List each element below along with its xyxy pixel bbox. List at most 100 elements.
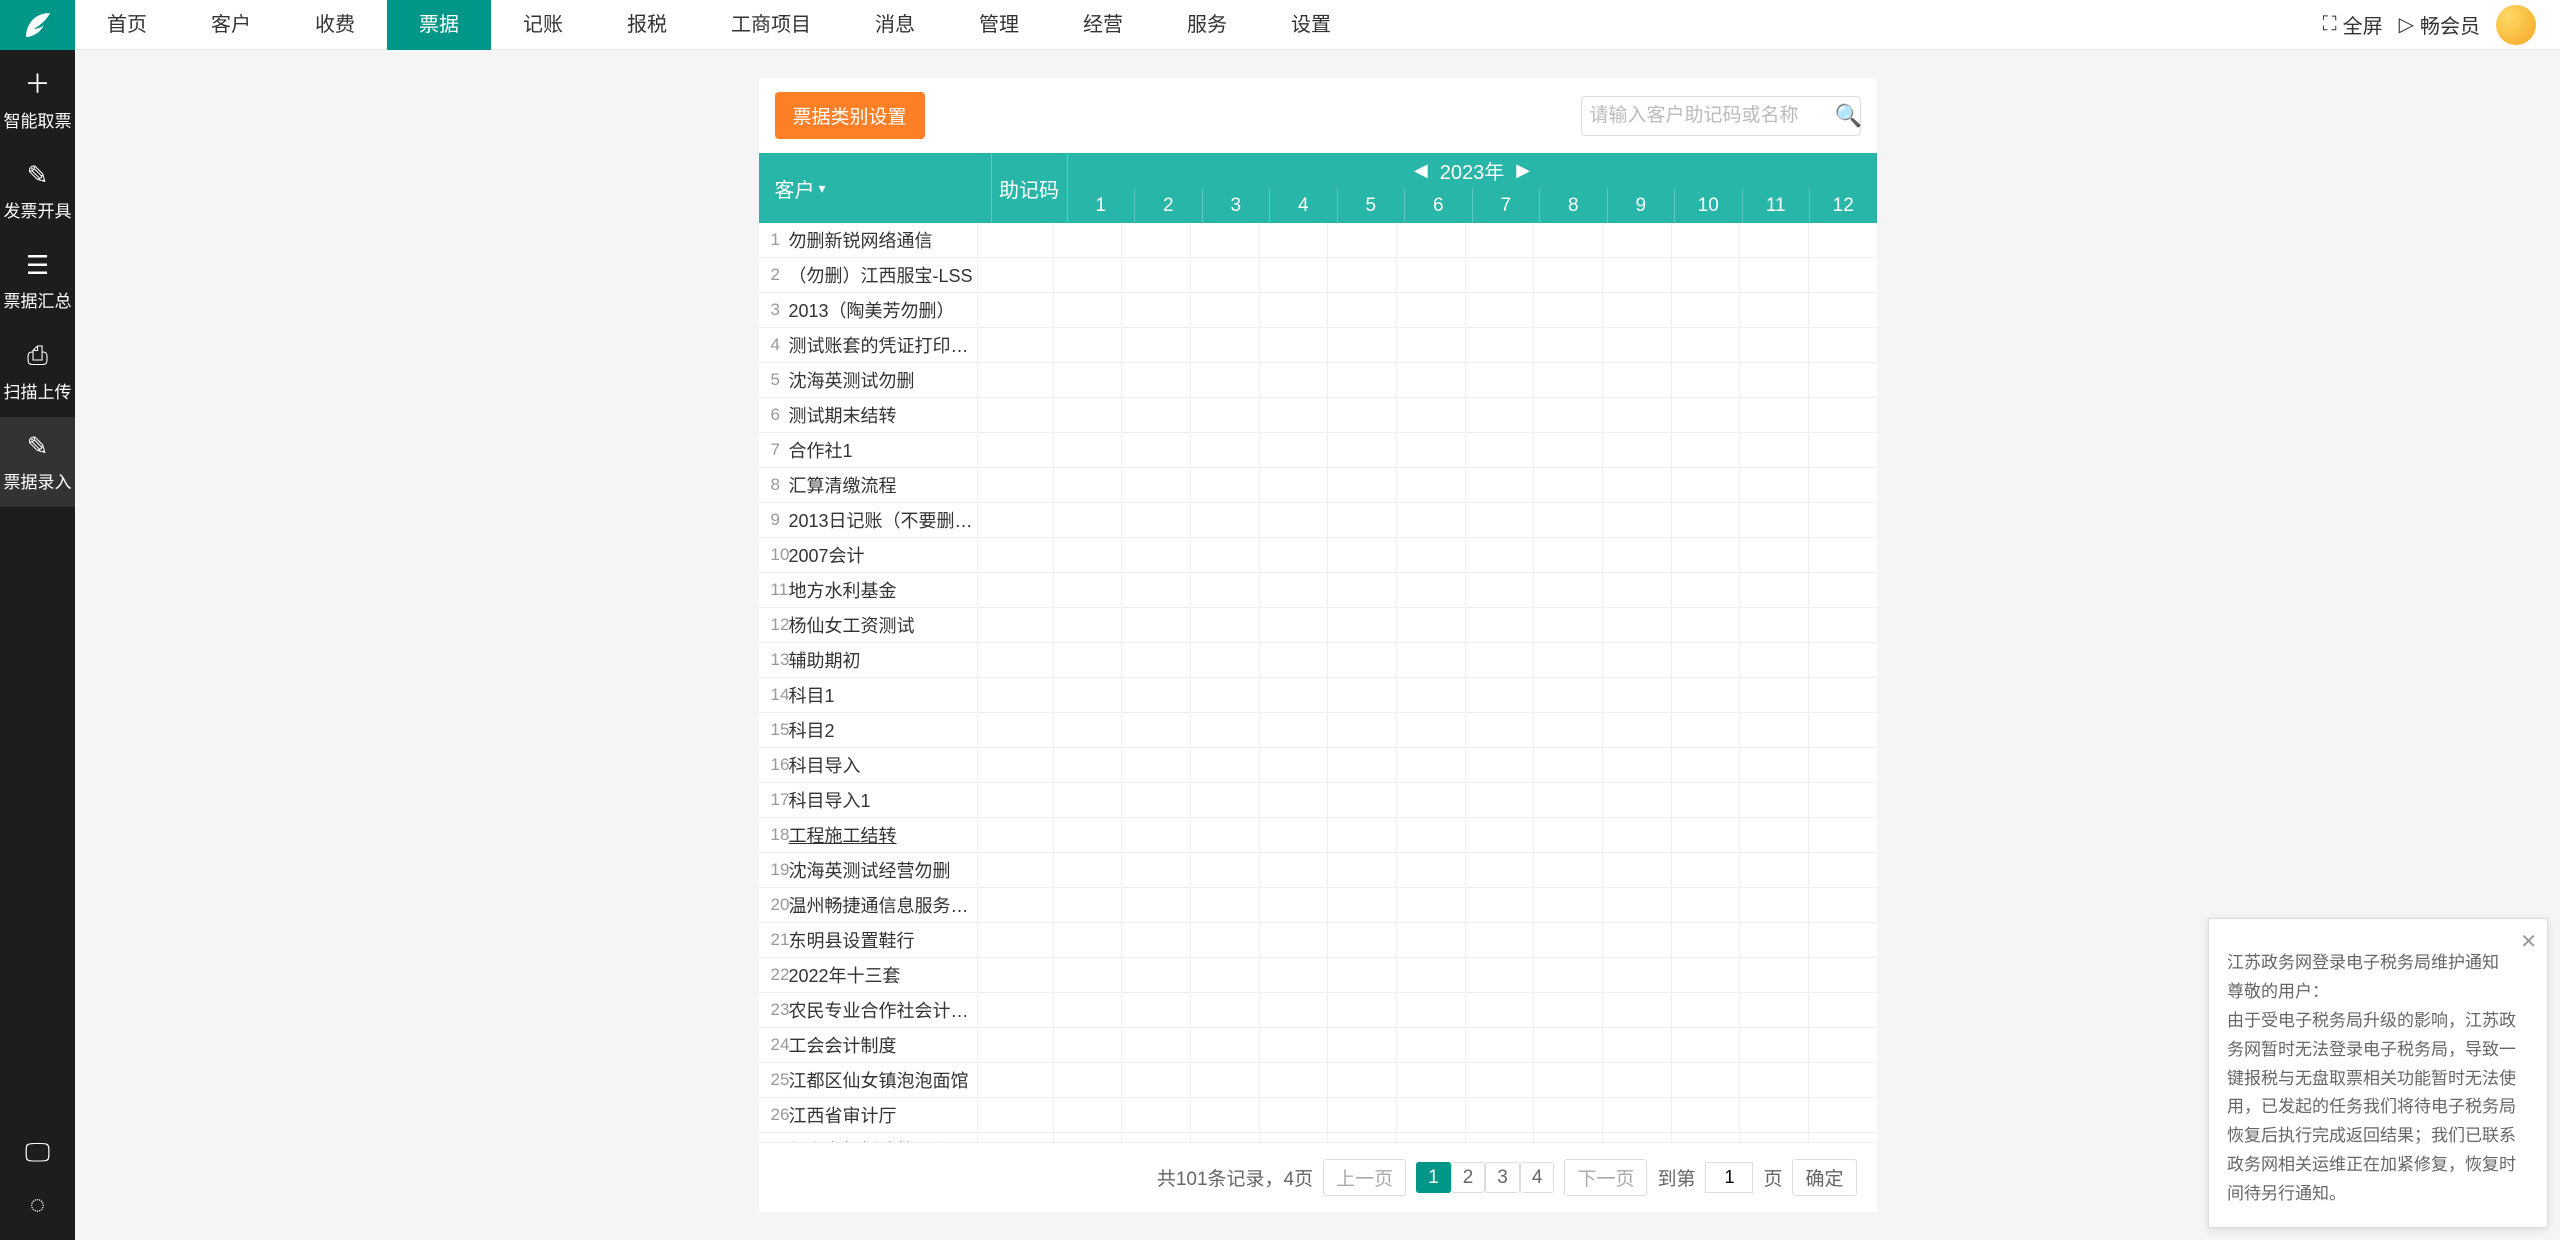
month-cell[interactable] <box>1671 398 1740 432</box>
month-cell[interactable] <box>1327 1133 1396 1142</box>
nav-item-3[interactable]: 票据 <box>387 0 491 50</box>
month-cell[interactable] <box>1671 783 1740 817</box>
month-cell[interactable] <box>1190 293 1259 327</box>
pagination-next-button[interactable]: 下一页 <box>1564 1159 1647 1196</box>
month-cell[interactable] <box>1053 433 1122 467</box>
month-cell[interactable] <box>1190 398 1259 432</box>
fullscreen-button[interactable]: ⛶全屏 <box>2323 10 2383 39</box>
month-cell[interactable] <box>1602 223 1671 257</box>
th-month-3[interactable]: 3 <box>1202 188 1270 223</box>
month-cell[interactable] <box>1053 748 1122 782</box>
month-cell[interactable] <box>1533 748 1602 782</box>
month-cell[interactable] <box>1465 678 1534 712</box>
month-cell[interactable] <box>1602 993 1671 1027</box>
page-number-3[interactable]: 3 <box>1485 1162 1520 1193</box>
month-cell[interactable] <box>1533 468 1602 502</box>
month-cell[interactable] <box>1121 643 1190 677</box>
month-cell[interactable] <box>1396 608 1465 642</box>
month-cell[interactable] <box>1465 328 1534 362</box>
page-number-4[interactable]: 4 <box>1520 1162 1555 1193</box>
month-cell[interactable] <box>1533 608 1602 642</box>
month-cell[interactable] <box>1327 573 1396 607</box>
month-cell[interactable] <box>1053 853 1122 887</box>
th-month-1[interactable]: 1 <box>1067 188 1135 223</box>
month-cell[interactable] <box>1533 363 1602 397</box>
month-cell[interactable] <box>1739 223 1808 257</box>
month-cell[interactable] <box>1739 1063 1808 1097</box>
month-cell[interactable] <box>1465 258 1534 292</box>
month-cell[interactable] <box>1190 1028 1259 1062</box>
month-cell[interactable] <box>1121 433 1190 467</box>
month-cell[interactable] <box>1808 958 1877 992</box>
month-cell[interactable] <box>1190 958 1259 992</box>
month-cell[interactable] <box>1465 433 1534 467</box>
th-month-5[interactable]: 5 <box>1337 188 1405 223</box>
month-cell[interactable] <box>1739 748 1808 782</box>
month-cell[interactable] <box>1121 608 1190 642</box>
month-cell[interactable] <box>1259 958 1328 992</box>
month-cell[interactable] <box>1259 1133 1328 1142</box>
month-cell[interactable] <box>1121 888 1190 922</box>
month-cell[interactable] <box>1327 748 1396 782</box>
month-cell[interactable] <box>1739 713 1808 747</box>
month-cell[interactable] <box>1190 888 1259 922</box>
month-cell[interactable] <box>1671 888 1740 922</box>
month-cell[interactable] <box>1533 1028 1602 1062</box>
month-cell[interactable] <box>1808 293 1877 327</box>
month-cell[interactable] <box>1602 1098 1671 1132</box>
month-cell[interactable] <box>1465 1098 1534 1132</box>
th-month-10[interactable]: 10 <box>1674 188 1742 223</box>
month-cell[interactable] <box>1671 503 1740 537</box>
month-cell[interactable] <box>1190 328 1259 362</box>
month-cell[interactable] <box>1121 958 1190 992</box>
month-cell[interactable] <box>1396 468 1465 502</box>
month-cell[interactable] <box>1396 1098 1465 1132</box>
month-cell[interactable] <box>1602 293 1671 327</box>
month-cell[interactable] <box>1190 363 1259 397</box>
month-cell[interactable] <box>1808 853 1877 887</box>
month-cell[interactable] <box>1190 1063 1259 1097</box>
month-cell[interactable] <box>1671 678 1740 712</box>
month-cell[interactable] <box>1465 783 1534 817</box>
month-cell[interactable] <box>1190 573 1259 607</box>
month-cell[interactable] <box>1327 923 1396 957</box>
month-cell[interactable] <box>1739 678 1808 712</box>
month-cell[interactable] <box>1190 818 1259 852</box>
month-cell[interactable] <box>1327 993 1396 1027</box>
month-cell[interactable] <box>1671 748 1740 782</box>
month-cell[interactable] <box>1259 923 1328 957</box>
th-customer[interactable]: 客户 ▾ <box>759 153 991 223</box>
month-cell[interactable] <box>1053 1063 1122 1097</box>
customer-name[interactable]: 农民专业合作社会计制度 <box>783 997 977 1023</box>
month-cell[interactable] <box>1259 503 1328 537</box>
month-cell[interactable] <box>1465 748 1534 782</box>
month-cell[interactable] <box>1808 398 1877 432</box>
customer-name[interactable]: 江西省审计厅 <box>783 1102 977 1128</box>
customer-name[interactable]: 2022年十三套 <box>783 962 977 988</box>
month-cell[interactable] <box>1671 328 1740 362</box>
month-cell[interactable] <box>1808 888 1877 922</box>
year-next-button[interactable]: ▶ <box>1516 160 1530 181</box>
month-cell[interactable] <box>1053 293 1122 327</box>
month-cell[interactable] <box>1533 1133 1602 1142</box>
th-month-8[interactable]: 8 <box>1539 188 1607 223</box>
customer-name[interactable]: 2007会计 <box>783 542 977 568</box>
month-cell[interactable] <box>1671 818 1740 852</box>
month-cell[interactable] <box>1396 573 1465 607</box>
customer-name[interactable]: 合作社1 <box>783 437 977 463</box>
th-month-7[interactable]: 7 <box>1472 188 1540 223</box>
month-cell[interactable] <box>1739 783 1808 817</box>
th-month-4[interactable]: 4 <box>1269 188 1337 223</box>
month-cell[interactable] <box>1327 328 1396 362</box>
month-cell[interactable] <box>1808 328 1877 362</box>
month-cell[interactable] <box>1533 1098 1602 1132</box>
month-cell[interactable] <box>1396 958 1465 992</box>
month-cell[interactable] <box>1259 748 1328 782</box>
help-icon[interactable]: ◌ <box>30 1189 45 1220</box>
month-cell[interactable] <box>1739 363 1808 397</box>
month-cell[interactable] <box>1053 258 1122 292</box>
month-cell[interactable] <box>1053 573 1122 607</box>
month-cell[interactable] <box>1602 468 1671 502</box>
customer-name[interactable]: 测试期末结转 <box>783 402 977 428</box>
month-cell[interactable] <box>1053 503 1122 537</box>
